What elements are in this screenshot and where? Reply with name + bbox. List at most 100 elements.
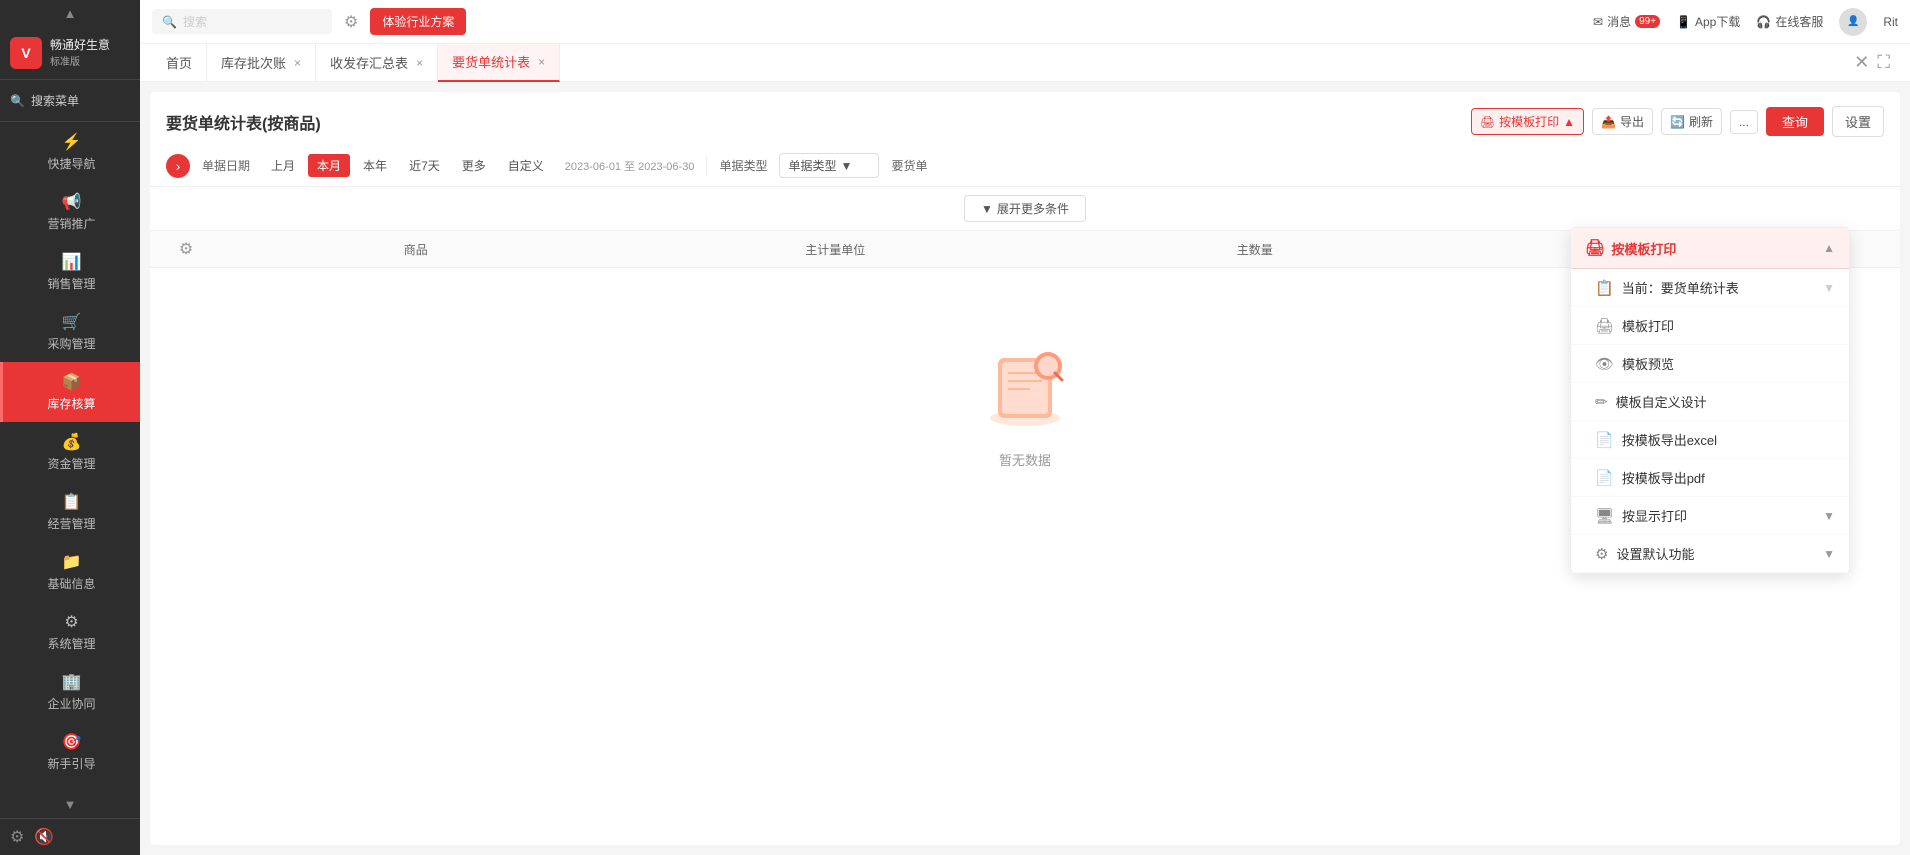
dropdown-export-pdf[interactable]: 📄 按模板导出pdf (1571, 459, 1849, 497)
sidebar-item-operations[interactable]: 📋 经营管理 (0, 482, 140, 542)
sidebar-item-inventory[interactable]: 📦 库存核算 (0, 362, 140, 422)
sidebar-item-finance[interactable]: 💰 资金管理 (0, 422, 140, 482)
tab-inventory-batch-close[interactable]: × (294, 56, 301, 70)
dropdown-template-preview[interactable]: 👁 模板预览 (1571, 345, 1849, 383)
dropdown-template-preview-label: 模板预览 (1622, 354, 1674, 373)
tab-expand-area: ✕ ⛶ (1846, 52, 1898, 73)
sidebar-search-btn[interactable]: 🔍 搜索菜单 (10, 88, 130, 113)
date-btn-last-month[interactable]: 上月 (262, 154, 304, 177)
sidebar-item-label: 资金管理 (47, 455, 95, 472)
dropdown-set-default[interactable]: ⚙ 设置默认功能 ▼ (1571, 535, 1849, 573)
dropdown-export-excel-label: 按模板导出excel (1622, 430, 1717, 449)
dropdown-export-excel[interactable]: 📄 按模板导出excel (1571, 421, 1849, 459)
refresh-btn[interactable]: 🔄 刷新 (1661, 108, 1722, 135)
dropdown-display-arrow: ▼ (1823, 509, 1835, 523)
app-download-label: App下载 (1695, 13, 1740, 30)
sidebar-scroll-up[interactable]: ▲ (0, 0, 140, 27)
search-bar-icon: 🔍 (162, 15, 177, 29)
message-badge: 99+ (1635, 15, 1660, 28)
inventory-icon: 📦 (62, 372, 82, 392)
sidebar-item-purchase[interactable]: 🛒 采购管理 (0, 302, 140, 362)
table-col-unit: 主计量单位 (626, 241, 1046, 258)
date-btn-more[interactable]: 更多 (453, 154, 495, 177)
query-btn[interactable]: 查询 (1766, 107, 1824, 136)
sidebar-nav: ⚡ 快捷导航 📢 营销推广 📊 销售管理 🛒 采购管理 📦 库存核算 💰 资金管… (0, 122, 140, 791)
header-gear-icon[interactable]: ⚙ (344, 12, 358, 32)
table-col-gear[interactable]: ⚙ (166, 239, 206, 259)
tab-receipt-summary-close[interactable]: × (416, 56, 423, 70)
tab-home[interactable]: 首页 (152, 44, 207, 82)
dropdown-template-print[interactable]: 🖨 模板打印 (1571, 307, 1849, 345)
date-btn-this-year[interactable]: 本年 (354, 154, 396, 177)
app-sub: 标准版 (50, 53, 110, 68)
settings-btn[interactable]: 设置 (1832, 106, 1884, 137)
date-btn-7days[interactable]: 近7天 (400, 154, 449, 177)
online-service-btn[interactable]: 🎧 在线客服 (1756, 13, 1823, 30)
app-download-btn[interactable]: 📱 App下载 (1676, 13, 1740, 30)
sidebar-item-label: 经营管理 (47, 515, 95, 532)
doc-type-select[interactable]: 单据类型 ▼ (779, 153, 879, 178)
top-header: 🔍 搜索 ⚙ 体验行业方案 ✉ 消息 99+ 📱 App下载 🎧 在线客服 👤 … (140, 0, 1910, 44)
logo-text-area: 畅通好生意 标准版 (50, 38, 110, 69)
dropdown-template-custom-label: 模板自定义设计 (1616, 392, 1707, 411)
doc-type-label: 单据类型 (719, 157, 767, 174)
finance-icon: 💰 (62, 432, 82, 452)
basic-icon: 📁 (62, 552, 82, 572)
sidebar-item-marketing[interactable]: 📢 营销推广 (0, 182, 140, 242)
dropdown-eye-icon: 👁 (1595, 355, 1614, 373)
empty-illustration (970, 328, 1080, 438)
export-btn[interactable]: 📤 导出 (1592, 108, 1653, 135)
dropdown-excel-icon: 📄 (1595, 431, 1614, 449)
dropdown-current-arrow: ▼ (1823, 281, 1835, 295)
sidebar-item-quick-nav[interactable]: ⚡ 快捷导航 (0, 122, 140, 182)
dots-btn[interactable]: ... (1730, 110, 1758, 134)
sidebar-bottom: ⚙ 🔇 (0, 818, 140, 855)
action-btns: 🖨 按模板打印 ▲ 📤 导出 🔄 刷新 ... 查询 (1471, 106, 1884, 137)
tab-close-all-btn[interactable]: ✕ (1854, 52, 1869, 73)
sidebar-item-basic[interactable]: 📁 基础信息 (0, 542, 140, 602)
avatar[interactable]: 👤 (1839, 8, 1867, 36)
message-btn[interactable]: ✉ 消息 99+ (1593, 13, 1660, 30)
sidebar-scroll-down[interactable]: ▼ (0, 791, 140, 818)
sidebar: ▲ V 畅通好生意 标准版 🔍 搜索菜单 ⚡ 快捷导航 📢 营销推广 📊 销售管… (0, 0, 140, 855)
sidebar-item-system[interactable]: ⚙ 系统管理 (0, 602, 140, 662)
sidebar-item-apps[interactable]: 📱 应用中心 (0, 782, 140, 791)
date-btn-custom[interactable]: 自定义 (499, 154, 553, 177)
tab-order-stats-close[interactable]: × (538, 55, 545, 69)
empty-text: 暂无数据 (999, 450, 1051, 469)
sidebar-item-sales[interactable]: 📊 销售管理 (0, 242, 140, 302)
tab-maximize-btn[interactable]: ⛶ (1877, 52, 1890, 73)
mute-icon[interactable]: 🔇 (34, 827, 54, 847)
tab-receipt-summary-label: 收发存汇总表 (330, 53, 408, 72)
tab-receipt-summary[interactable]: 收发存汇总表 × (316, 44, 438, 82)
dropdown-template-custom[interactable]: ✏ 模板自定义设计 (1571, 383, 1849, 421)
sidebar-item-guide[interactable]: 🎯 新手引导 (0, 722, 140, 782)
date-btn-this-month[interactable]: 本月 (308, 154, 350, 177)
experience-btn[interactable]: 体验行业方案 (370, 8, 466, 35)
date-label: 单据日期 (202, 157, 250, 174)
message-icon: ✉ (1593, 15, 1603, 29)
dropdown-current-item[interactable]: 📋 当前：要货单统计表 ▼ (1571, 269, 1849, 307)
page-title-bar: 要货单统计表(按商品) 🖨 按模板打印 ▲ 📤 导出 🔄 刷新 (150, 92, 1900, 145)
dropdown-set-default-left: ⚙ 设置默认功能 (1595, 544, 1694, 563)
sidebar-item-enterprise[interactable]: 🏢 企业协同 (0, 662, 140, 722)
dropdown-display-print-left: 🖥 按显示打印 (1595, 506, 1687, 525)
empty-svg (970, 328, 1080, 438)
tab-order-stats[interactable]: 要货单统计表 × (438, 44, 560, 82)
sidebar-search-area[interactable]: 🔍 搜索菜单 (0, 80, 140, 122)
tab-inventory-batch[interactable]: 库存批次账 × (207, 44, 316, 82)
dropdown-collapse-icon[interactable]: ▲ (1823, 241, 1835, 255)
main-area: 🔍 搜索 ⚙ 体验行业方案 ✉ 消息 99+ 📱 App下载 🎧 在线客服 👤 … (140, 0, 1910, 855)
filter-expand-btn[interactable]: › (166, 154, 190, 178)
sidebar-item-label: 企业协同 (47, 695, 95, 712)
page-title: 要货单统计表(按商品) (166, 110, 321, 134)
settings-icon[interactable]: ⚙ (10, 827, 24, 847)
expand-more-btn[interactable]: ▼ 展开更多条件 (964, 195, 1086, 222)
table-settings-icon[interactable]: ⚙ (179, 241, 193, 258)
dropdown-pdf-icon: 📄 (1595, 469, 1614, 487)
header-search-bar[interactable]: 🔍 搜索 (152, 9, 332, 34)
print-template-btn[interactable]: 🖨 按模板打印 ▲ (1471, 108, 1584, 135)
dropdown-display-print[interactable]: 🖥 按显示打印 ▼ (1571, 497, 1849, 535)
tab-inventory-batch-label: 库存批次账 (221, 53, 286, 72)
filter-row: › 单据日期 上月 本月 本年 近7天 更多 自定义 2023-06-01 至 … (150, 145, 1900, 187)
